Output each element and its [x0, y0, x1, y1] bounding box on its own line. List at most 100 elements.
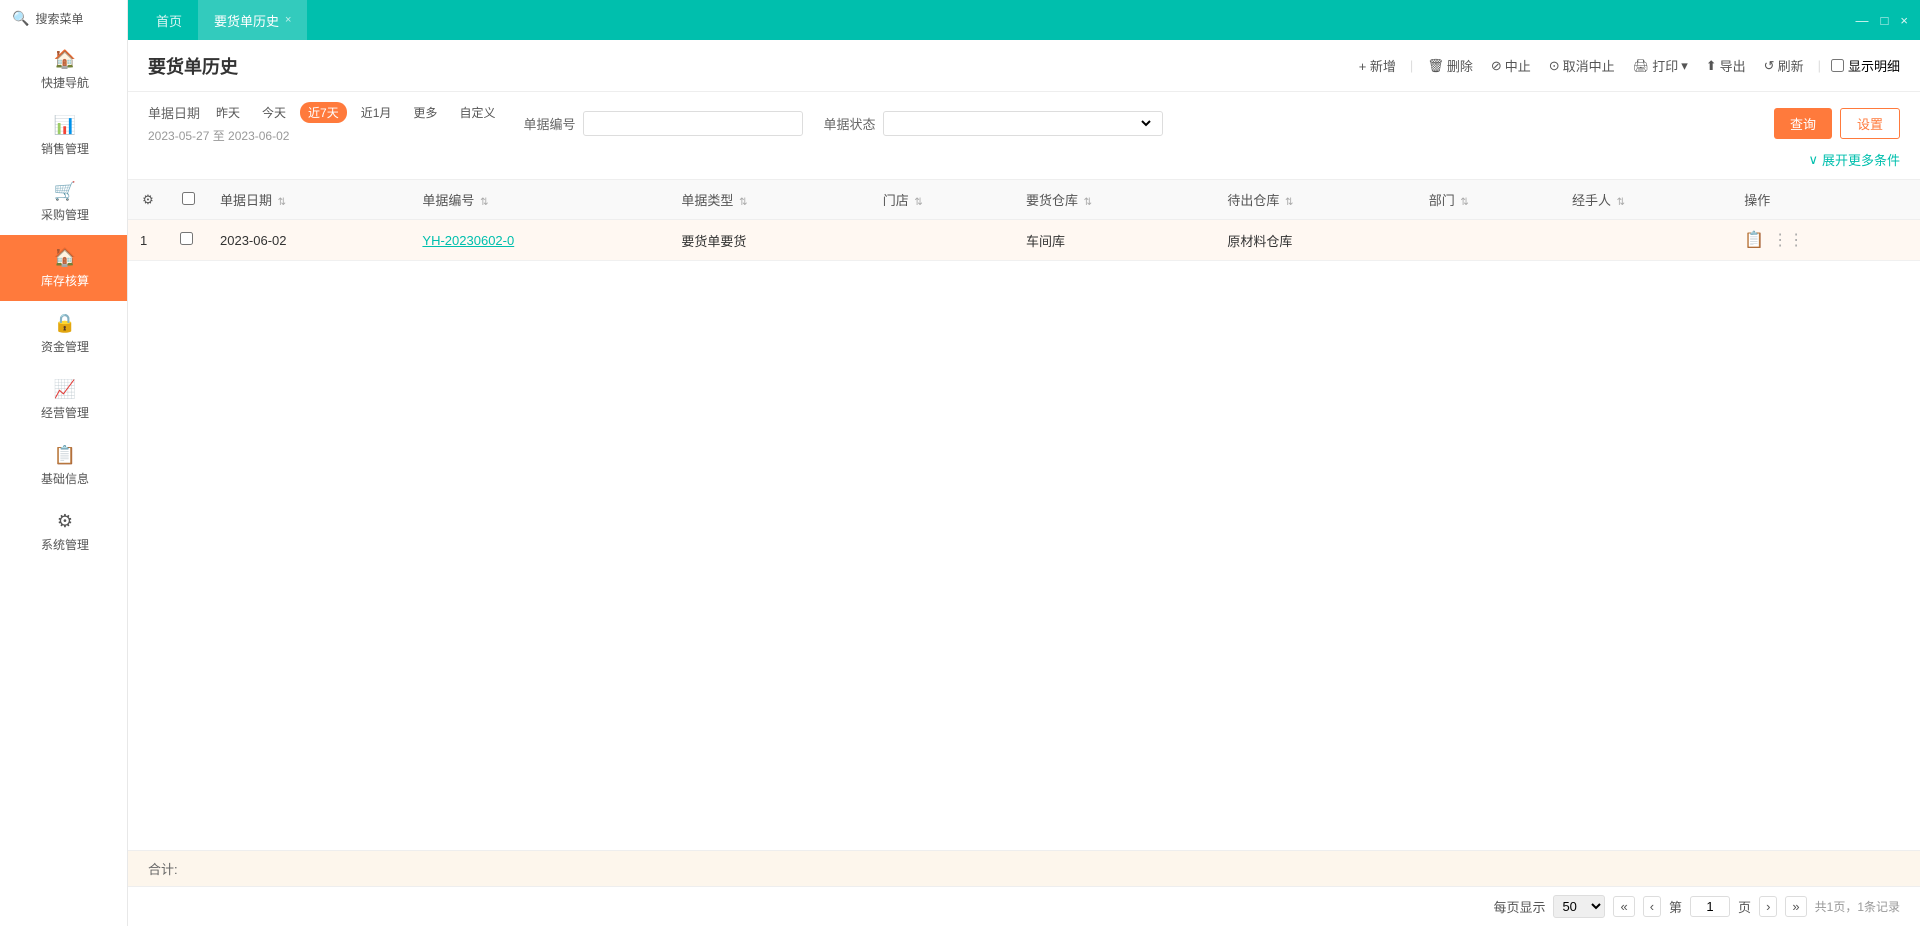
sidebar-item-label-inventory: 库存核算 — [41, 272, 89, 289]
date-opt-more[interactable]: 更多 — [405, 102, 445, 123]
delete-button[interactable]: 🗑 删除 — [1423, 52, 1477, 79]
page-size-select[interactable]: 50 100 — [1553, 895, 1605, 918]
col-pending-warehouse[interactable]: 待出仓库 ⇅ — [1215, 180, 1416, 220]
sidebar-item-inventory[interactable]: 🏠 库存核算 — [0, 235, 127, 301]
col-store[interactable]: 门店 ⇅ — [871, 180, 1014, 220]
print-button[interactable]: 🖨 打印 ▾ — [1629, 52, 1692, 79]
minimize-icon[interactable]: — — [1856, 13, 1869, 28]
cancel-suspend-label: 取消中止 — [1563, 56, 1615, 75]
doc-number-input[interactable] — [583, 111, 803, 136]
shortcut-icon: 🏠 — [54, 49, 76, 70]
date-filter-label: 单据日期 — [148, 103, 200, 122]
basic-icon: 📋 — [54, 445, 76, 466]
date-opt-7days[interactable]: 近7天 — [300, 102, 347, 123]
status-select[interactable] — [892, 115, 1154, 132]
col-type-sort-icon: ⇅ — [739, 197, 747, 208]
sidebar-search-label: 搜索菜单 — [35, 10, 83, 27]
query-button[interactable]: 查询 — [1774, 108, 1832, 139]
topbar: 首页 要货单历史 × — □ × — [128, 0, 1920, 40]
refresh-button[interactable]: ↺ 刷新 — [1760, 52, 1808, 79]
sidebar-item-operations[interactable]: 📈 经营管理 — [0, 367, 127, 433]
page-suffix: 页 — [1738, 897, 1751, 916]
sidebar-item-sales[interactable]: 📊 销售管理 — [0, 103, 127, 169]
col-req-warehouse[interactable]: 要货仓库 ⇅ — [1014, 180, 1215, 220]
maximize-icon[interactable]: □ — [1881, 13, 1889, 28]
row-checkbox[interactable] — [180, 232, 193, 245]
row-edit-icon[interactable]: 📋 — [1744, 230, 1764, 250]
date-opt-today[interactable]: 今天 — [254, 102, 294, 123]
system-icon: ⚙ — [57, 511, 73, 532]
row-actions: 📋 ⋮⋮ — [1744, 230, 1908, 250]
add-label: + 新增 — [1359, 56, 1396, 75]
tab-home[interactable]: 首页 — [140, 0, 198, 40]
sidebar-item-label-operations: 经营管理 — [41, 404, 89, 421]
col-pending-warehouse-label: 待出仓库 — [1227, 193, 1279, 208]
print-dropdown-icon: ▾ — [1681, 58, 1688, 74]
col-checkbox — [168, 180, 208, 220]
prev-page-button[interactable]: ‹ — [1643, 896, 1661, 917]
sidebar-item-shortcut[interactable]: 🏠 快捷导航 — [0, 37, 127, 103]
show-detail-checkbox[interactable] — [1831, 59, 1844, 72]
select-all-checkbox[interactable] — [182, 192, 195, 205]
cancel-suspend-icon: ⊙ — [1549, 58, 1560, 74]
search-icon: 🔍 — [12, 10, 29, 27]
doc-number-filter: 单据编号 — [523, 111, 803, 136]
date-opt-yesterday[interactable]: 昨天 — [208, 102, 248, 123]
cell-department — [1417, 220, 1560, 261]
cancel-suspend-button[interactable]: ⊙ 取消中止 — [1545, 52, 1619, 79]
col-department-sort-icon: ⇅ — [1460, 197, 1468, 208]
col-type[interactable]: 单据类型 ⇅ — [669, 180, 870, 220]
doc-number-link[interactable]: YH-20230602-0 — [422, 233, 514, 248]
row-more-icon[interactable]: ⋮⋮ — [1772, 230, 1804, 250]
sidebar-item-finance[interactable]: 🔒 资金管理 — [0, 301, 127, 367]
col-handler-sort-icon: ⇅ — [1617, 197, 1625, 208]
status-label: 单据状态 — [823, 114, 875, 133]
date-options: 昨天 今天 近7天 近1月 更多 自定义 — [208, 102, 503, 123]
first-page-button[interactable]: « — [1613, 896, 1634, 917]
sidebar-search[interactable]: 🔍 搜索菜单 — [0, 0, 127, 37]
main-content: 首页 要货单历史 × — □ × 要货单历史 + 新增 | 🗑 删除 — [128, 0, 1920, 926]
expand-button[interactable]: ∨ 展开更多条件 — [1808, 150, 1900, 169]
add-button[interactable]: + 新增 — [1355, 52, 1400, 79]
export-button[interactable]: ⬆ 导出 — [1702, 52, 1750, 79]
suspend-button[interactable]: ⊘ 中止 — [1487, 52, 1535, 79]
sidebar-item-system[interactable]: ⚙ 系统管理 — [0, 499, 127, 565]
sidebar-item-label-shortcut: 快捷导航 — [41, 74, 89, 91]
sidebar-item-basic[interactable]: 📋 基础信息 — [0, 433, 127, 499]
col-handler[interactable]: 经手人 ⇅ — [1560, 180, 1732, 220]
chevron-down-icon: ∨ — [1808, 152, 1818, 168]
col-number[interactable]: 单据编号 ⇅ — [410, 180, 669, 220]
cell-store — [871, 220, 1014, 261]
col-department[interactable]: 部门 ⇅ — [1417, 180, 1560, 220]
page-input[interactable] — [1690, 896, 1730, 917]
col-type-label: 单据类型 — [681, 193, 733, 208]
pagination: 每页显示 50 100 « ‹ 第 页 › » 共1页，1条记录 — [128, 886, 1920, 926]
col-date-label: 单据日期 — [220, 193, 272, 208]
tab-close-icon[interactable]: × — [285, 14, 291, 26]
show-detail-label: 显示明细 — [1848, 56, 1900, 75]
refresh-label: 刷新 — [1778, 56, 1804, 75]
next-page-button[interactable]: › — [1759, 896, 1777, 917]
sidebar-item-purchase[interactable]: 🛒 采购管理 — [0, 169, 127, 235]
status-select-wrapper[interactable] — [883, 111, 1163, 136]
col-department-label: 部门 — [1429, 193, 1455, 208]
col-date[interactable]: 单据日期 ⇅ — [208, 180, 410, 220]
date-opt-1month[interactable]: 近1月 — [353, 102, 400, 123]
export-icon: ⬆ — [1706, 58, 1717, 74]
sidebar: 🔍 搜索菜单 🏠 快捷导航 📊 销售管理 🛒 采购管理 🏠 库存核算 🔒 资金管… — [0, 0, 128, 926]
operations-icon: 📈 — [54, 379, 76, 400]
inventory-icon: 🏠 — [54, 247, 76, 268]
col-req-warehouse-sort-icon: ⇅ — [1084, 197, 1092, 208]
date-opt-custom[interactable]: 自定义 — [451, 102, 503, 123]
print-label: 打印 — [1652, 56, 1678, 75]
page-header: 要货单历史 + 新增 | 🗑 删除 ⊘ 中止 ⊙ 取消中止 — [128, 40, 1920, 92]
show-detail-toggle[interactable]: 显示明细 — [1831, 56, 1900, 75]
close-window-icon[interactable]: × — [1900, 13, 1908, 28]
last-page-button[interactable]: » — [1785, 896, 1806, 917]
page-info: 共1页，1条记录 — [1815, 898, 1900, 915]
sidebar-item-label-purchase: 采购管理 — [41, 206, 89, 223]
col-settings[interactable]: ⚙ — [128, 180, 168, 220]
tab-active[interactable]: 要货单历史 × — [198, 0, 307, 40]
col-store-label: 门店 — [883, 193, 909, 208]
setting-button[interactable]: 设置 — [1840, 108, 1900, 139]
